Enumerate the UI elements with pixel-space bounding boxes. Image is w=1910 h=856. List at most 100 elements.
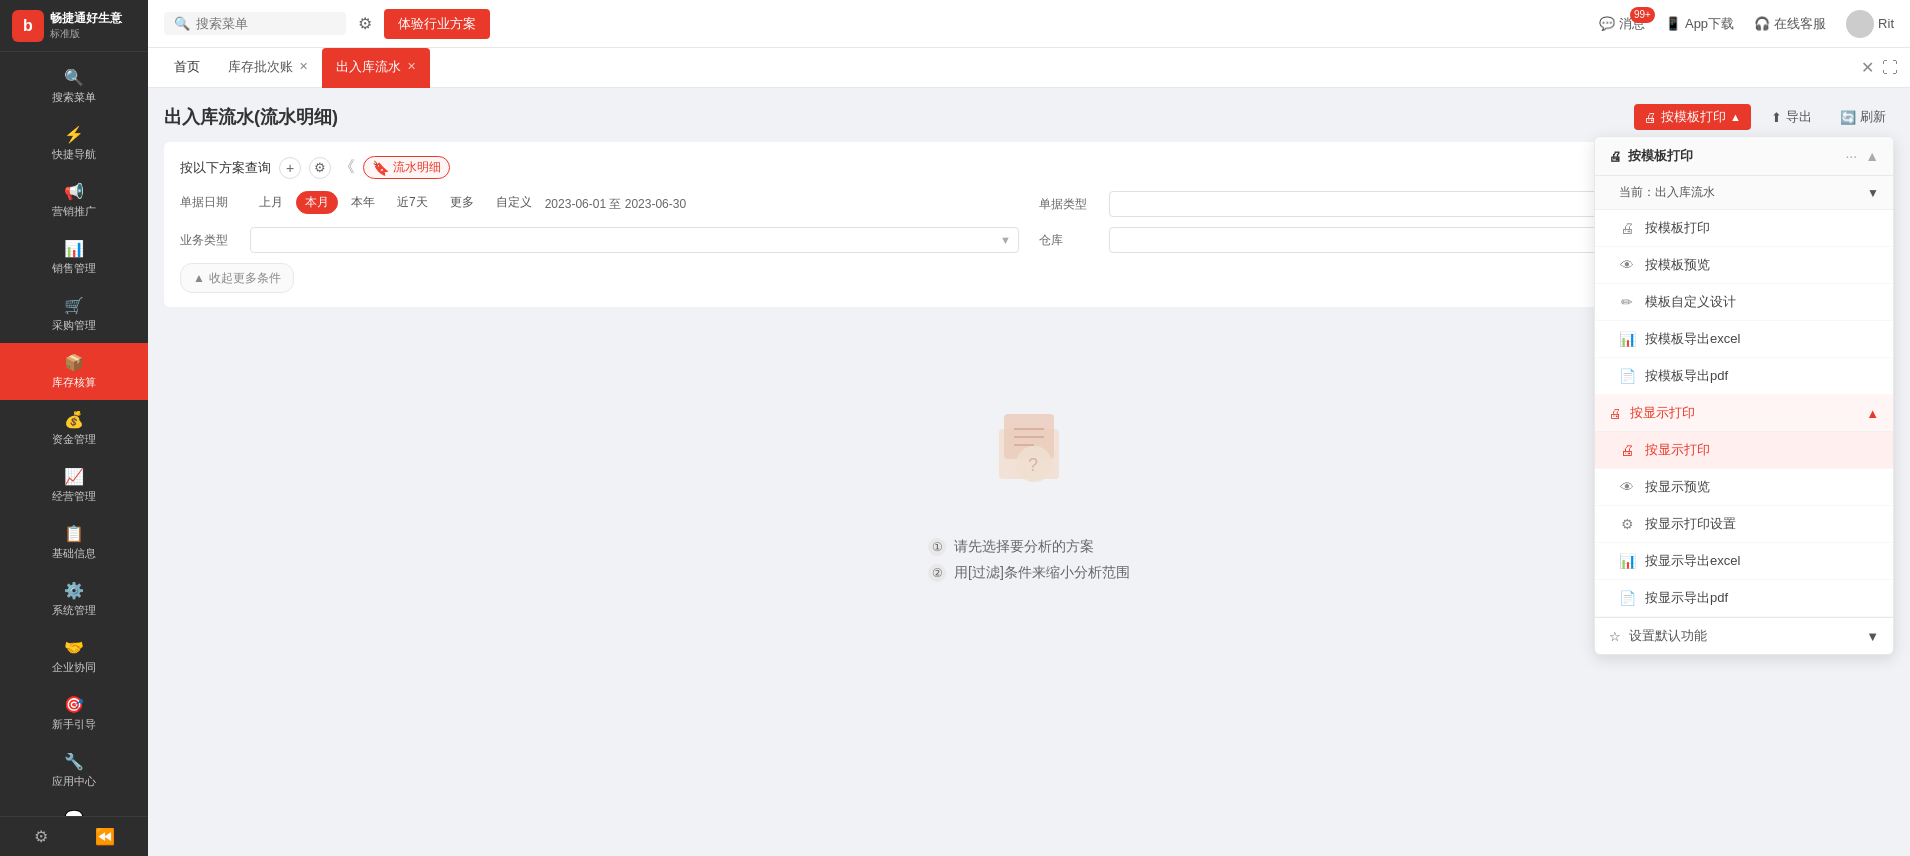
filter-biztype-field: 业务类型 ▼: [180, 227, 1019, 253]
dropdown-item-display-preview[interactable]: 👁 按显示预览: [1595, 469, 1893, 506]
sidebar-item-5[interactable]: 📦库存核算: [0, 343, 148, 400]
filter-biztype-select[interactable]: [250, 227, 1019, 253]
print-dropdown-panel: 🖨 按模板打印 ··· ▲ 当前：出入库流水 ▼ 🖨: [1594, 136, 1894, 655]
dropdown-item-template-print[interactable]: 🖨 按模板打印: [1595, 210, 1893, 247]
nav-icon-7: 📈: [64, 467, 84, 486]
print-btn[interactable]: 🖨 按模板打印 ▲: [1634, 104, 1751, 130]
nav-label-0: 搜索菜单: [52, 90, 96, 105]
nav-label-11: 新手引导: [52, 717, 96, 732]
dropdown-item-template-pdf[interactable]: 📄 按模板导出pdf: [1595, 358, 1893, 395]
printer-icon-dropdown: 🖨: [1609, 149, 1622, 164]
search-input[interactable]: [196, 16, 336, 31]
dropdown-dots[interactable]: ···: [1845, 148, 1857, 164]
sidebar-item-4[interactable]: 🛒采购管理: [0, 286, 148, 343]
nav-label-10: 企业协同: [52, 660, 96, 675]
tab-expand-btns: ✕⛶: [1861, 58, 1898, 77]
tab-1[interactable]: 库存批次账 ✕: [214, 48, 322, 88]
tab-expand-icon[interactable]: ⛶: [1882, 59, 1898, 77]
filter-add-btn[interactable]: +: [279, 157, 301, 179]
dropdown-item-display-print[interactable]: 🖨 按显示打印: [1595, 432, 1893, 469]
industry-btn[interactable]: 体验行业方案: [384, 9, 490, 39]
page-actions: 🖨 按模板打印 ▲ ⬆ 导出 🔄 刷新 🖨: [1634, 104, 1894, 130]
tab-close-1[interactable]: ✕: [299, 60, 308, 73]
date-btn-7days[interactable]: 近7天: [388, 191, 437, 214]
printer-icon-item: 🖨: [1619, 220, 1635, 236]
chevron-up-collapse: ▲: [193, 271, 205, 285]
filter-tag[interactable]: 🔖 流水明细: [363, 156, 450, 179]
filter-warehouse-label: 仓库: [1039, 232, 1099, 249]
empty-tip-1: ① 请先选择要分析的方案: [928, 538, 1130, 556]
export-btn[interactable]: ⬆ 导出: [1763, 104, 1820, 130]
sidebar-item-8[interactable]: 📋基础信息: [0, 514, 148, 571]
filter-date-content: 上月 本月 本年 近7天 更多 自定义 2023-06-01 至 2023-06…: [250, 191, 1019, 214]
sidebar-item-11[interactable]: 🎯新手引导: [0, 685, 148, 742]
sidebar-collapse-icon[interactable]: ⏪: [95, 827, 115, 846]
logo-icon: b: [12, 10, 44, 42]
nav-icon-13: 💬: [64, 809, 84, 816]
page-header: 出入库流水(流水明细) 🖨 按模板打印 ▲ ⬆ 导出 🔄 刷新: [164, 104, 1894, 130]
sub-header-arrow[interactable]: ▼: [1867, 186, 1879, 200]
sidebar-item-3[interactable]: 📊销售管理: [0, 229, 148, 286]
sidebar-nav: 🔍搜索菜单⚡快捷导航📢营销推广📊销售管理🛒采购管理📦库存核算💰资金管理📈经营管理…: [0, 52, 148, 816]
topbar: 🔍 ⚙ 体验行业方案 💬 消息 99+ 📱 App下载 🎧 在线客服 Rit: [148, 0, 1910, 48]
topbar-right: 💬 消息 99+ 📱 App下载 🎧 在线客服 Rit: [1599, 10, 1894, 38]
search-icon: 🔍: [174, 16, 190, 31]
tab-label-1: 库存批次账: [228, 58, 293, 76]
sidebar-item-6[interactable]: 💰资金管理: [0, 400, 148, 457]
date-btn-custom[interactable]: 自定义: [487, 191, 541, 214]
tab-2[interactable]: 出入库流水✕: [322, 48, 430, 88]
filter-settings-btn[interactable]: ⚙: [309, 157, 331, 179]
sidebar-item-12[interactable]: 🔧应用中心: [0, 742, 148, 799]
filter-label: 按以下方案查询: [180, 159, 271, 177]
date-btn-this-month[interactable]: 本月: [296, 191, 338, 214]
sidebar-item-7[interactable]: 📈经营管理: [0, 457, 148, 514]
sidebar-item-0[interactable]: 🔍搜索菜单: [0, 58, 148, 115]
chevron-up-icon-dropdown[interactable]: ▲: [1865, 148, 1879, 164]
dropdown-footer-arrow: ▼: [1866, 629, 1879, 644]
gear-icon[interactable]: ⚙: [358, 14, 372, 33]
tab-0[interactable]: 首页: [160, 48, 214, 88]
online-service-btn[interactable]: 🎧 在线客服: [1754, 15, 1826, 33]
sidebar-item-13[interactable]: 💬企业微信: [0, 799, 148, 816]
filter-collapse-right-btn[interactable]: 《: [339, 157, 355, 178]
pdf-icon-item: 📄: [1619, 368, 1635, 384]
dropdown-section-display[interactable]: 🖨 按显示打印 ▲: [1595, 395, 1893, 432]
nav-label-5: 库存核算: [52, 375, 96, 390]
filter-date-label: 单据日期: [180, 194, 240, 211]
printer-icon-display: 🖨: [1619, 442, 1635, 458]
excel-icon-item: 📊: [1619, 331, 1635, 347]
nav-label-8: 基础信息: [52, 546, 96, 561]
chevron-up-icon: ▲: [1730, 111, 1741, 123]
sidebar-item-2[interactable]: 📢营销推广: [0, 172, 148, 229]
nav-icon-3: 📊: [64, 239, 84, 258]
dropdown-item-display-settings[interactable]: ⚙ 按显示打印设置: [1595, 506, 1893, 543]
dropdown-item-display-excel[interactable]: 📊 按显示导出excel: [1595, 543, 1893, 580]
sidebar-footer: ⚙ ⏪: [0, 816, 148, 856]
dropdown-item-template-design[interactable]: ✏ 模板自定义设计: [1595, 284, 1893, 321]
date-btn-more[interactable]: 更多: [441, 191, 483, 214]
sidebar-settings-icon[interactable]: ⚙: [34, 827, 48, 846]
date-btn-last-month[interactable]: 上月: [250, 191, 292, 214]
dropdown-item-display-pdf[interactable]: 📄 按显示导出pdf: [1595, 580, 1893, 617]
username: Rit: [1878, 16, 1894, 31]
dropdown-item-template-excel[interactable]: 📊 按模板导出excel: [1595, 321, 1893, 358]
message-btn[interactable]: 💬 消息 99+: [1599, 15, 1645, 33]
topbar-search-wrapper[interactable]: 🔍: [164, 12, 346, 35]
tab-close-2[interactable]: ✕: [407, 60, 416, 73]
page-title: 出入库流水(流水明细): [164, 105, 338, 129]
sidebar-item-10[interactable]: 🤝企业协同: [0, 628, 148, 685]
refresh-btn[interactable]: 🔄 刷新: [1832, 104, 1894, 130]
app-download-btn[interactable]: 📱 App下载: [1665, 15, 1734, 33]
sidebar-item-9[interactable]: ⚙️系统管理: [0, 571, 148, 628]
nav-label-4: 采购管理: [52, 318, 96, 333]
collapse-btn[interactable]: ▲ 收起更多条件: [180, 263, 294, 293]
dropdown-item-template-preview[interactable]: 👁 按模板预览: [1595, 247, 1893, 284]
user-avatar-btn[interactable]: Rit: [1846, 10, 1894, 38]
svg-text:?: ?: [1028, 455, 1038, 475]
empty-tip-2: ② 用[过滤]条件来缩小分析范围: [928, 564, 1130, 582]
dropdown-footer[interactable]: ☆ 设置默认功能 ▼: [1595, 617, 1893, 654]
filter-biztype-select-wrapper: ▼: [250, 227, 1019, 253]
date-btn-this-year[interactable]: 本年: [342, 191, 384, 214]
tab-close-window-icon[interactable]: ✕: [1861, 58, 1874, 77]
sidebar-item-1[interactable]: ⚡快捷导航: [0, 115, 148, 172]
